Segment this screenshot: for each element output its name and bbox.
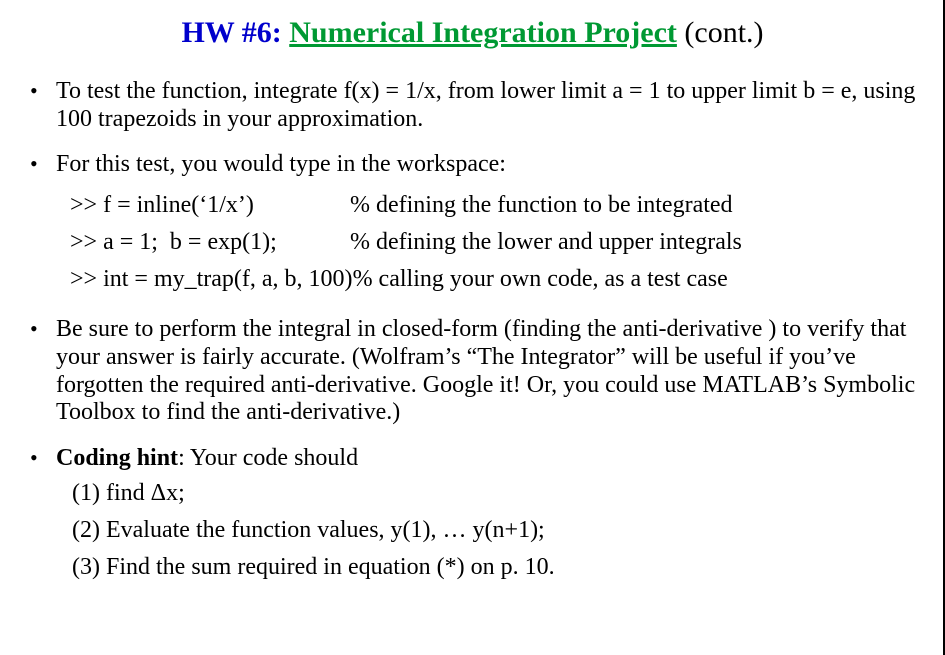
- code-line-2: >> a = 1; b = exp(1);% defining the lowe…: [70, 224, 923, 261]
- hint-step-3: (3) Find the sum required in equation (*…: [72, 550, 923, 585]
- bullet-text: Be sure to perform the integral in close…: [56, 316, 915, 425]
- coding-hint-label: Coding hint: [56, 445, 178, 471]
- bullet-text: To test the function, integrate f(x) = 1…: [56, 78, 915, 132]
- code-comment: % defining the function to be integrated: [350, 192, 733, 218]
- code-line-3: >> int = my_trap(f, a, b, 100)% calling …: [70, 261, 923, 298]
- hw-number: HW #6:: [181, 16, 281, 49]
- hint-step-2: (2) Evaluate the function values, y(1), …: [72, 513, 923, 548]
- bullet-list: To test the function, integrate f(x) = 1…: [22, 78, 923, 585]
- code-cmd: >> int = my_trap(f, a, b, 100): [70, 261, 353, 298]
- code-comment: % calling your own code, as a test case: [353, 266, 728, 292]
- code-comment: % defining the lower and upper integrals: [350, 229, 742, 255]
- bullet-test-function: To test the function, integrate f(x) = 1…: [28, 78, 923, 133]
- bullet-closed-form: Be sure to perform the integral in close…: [28, 316, 923, 426]
- code-cmd: >> f = inline(‘1/x’): [70, 187, 350, 224]
- bullet-text: For this test, you would type in the wor…: [56, 151, 506, 177]
- project-title-link: Numerical Integration Project: [289, 16, 677, 49]
- bullet-coding-hint: Coding hint: Your code should (1) find Δ…: [28, 445, 923, 585]
- coding-hint-steps: (1) find Δx; (2) Evaluate the function v…: [72, 476, 923, 584]
- hint-step-1: (1) find Δx;: [72, 476, 923, 511]
- code-cmd: >> a = 1; b = exp(1);: [70, 224, 350, 261]
- coding-hint-rest: : Your code should: [178, 445, 358, 471]
- continued-label: (cont.): [677, 16, 764, 49]
- slide-title: HW #6: Numerical Integration Project (co…: [22, 16, 923, 50]
- code-line-1: >> f = inline(‘1/x’)% defining the funct…: [70, 187, 923, 224]
- bullet-workspace-commands: For this test, you would type in the wor…: [28, 151, 923, 298]
- code-block: >> f = inline(‘1/x’)% defining the funct…: [70, 187, 923, 299]
